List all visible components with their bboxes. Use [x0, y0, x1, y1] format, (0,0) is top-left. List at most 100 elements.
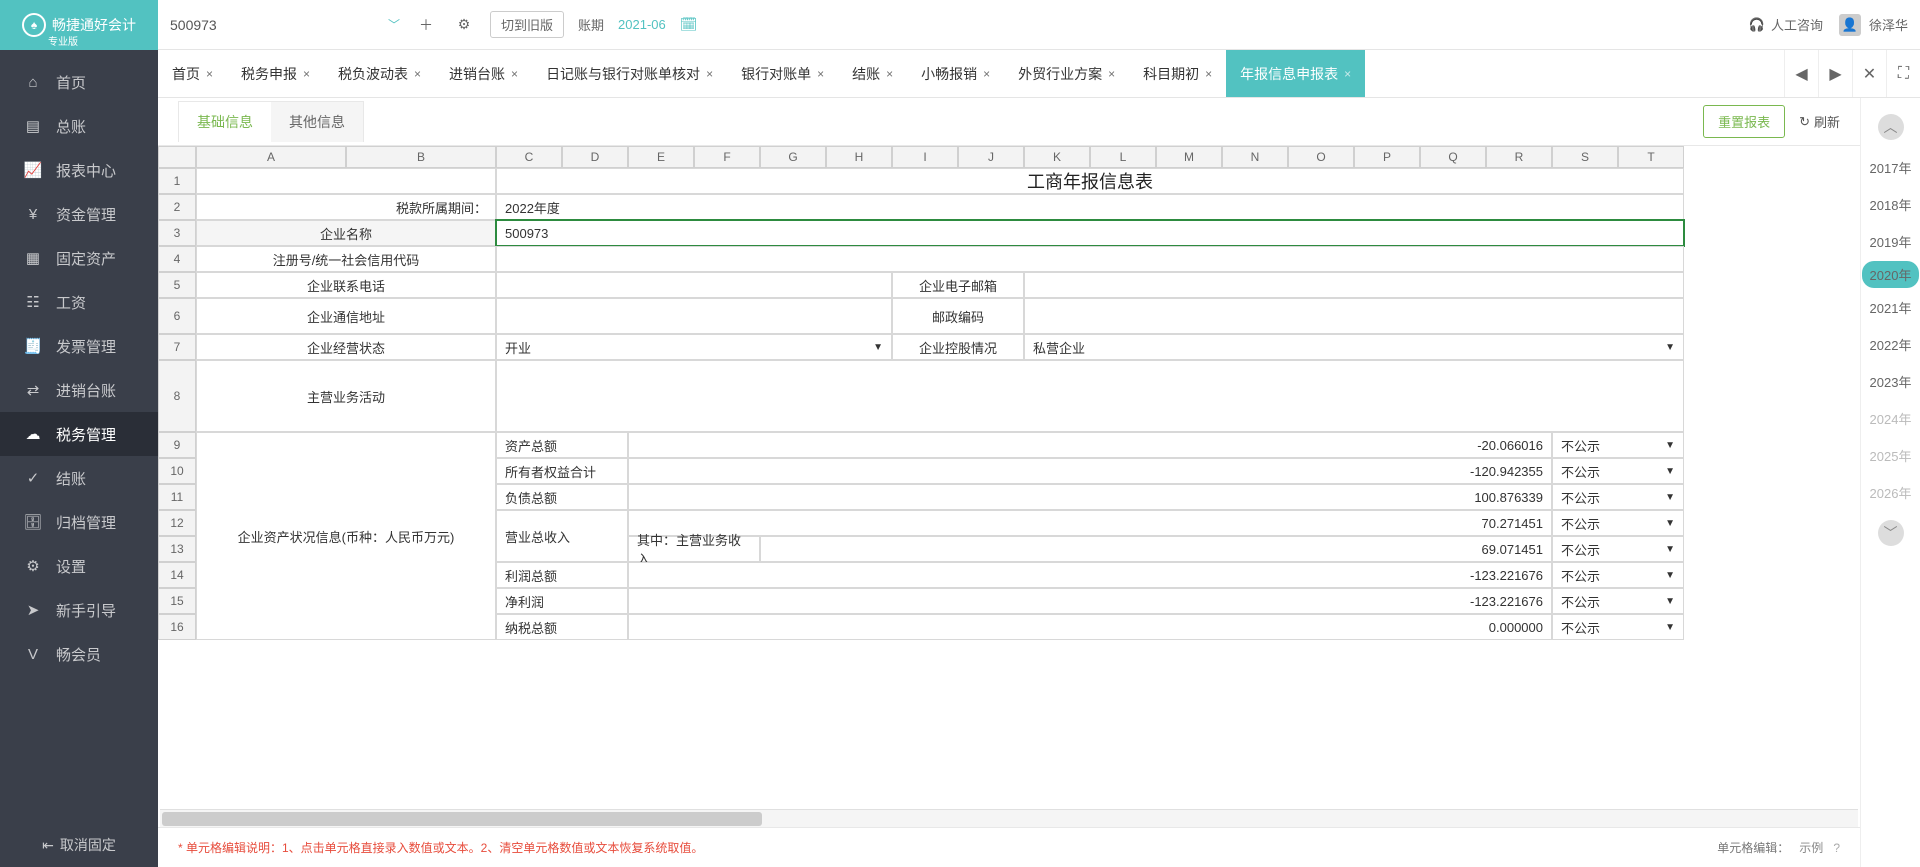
- tab[interactable]: 银行对账单×: [727, 50, 838, 97]
- status-select[interactable]: 开业▼: [496, 334, 892, 360]
- col-header[interactable]: D: [562, 146, 628, 168]
- tab-close-icon[interactable]: ×: [1344, 67, 1351, 81]
- sidebar-item-home[interactable]: ⌂首页: [0, 60, 158, 104]
- value[interactable]: 69.071451: [760, 536, 1552, 562]
- tab[interactable]: 年报信息申报表×: [1226, 50, 1365, 97]
- row-header[interactable]: 9: [158, 432, 196, 458]
- value[interactable]: -123.221676: [628, 588, 1552, 614]
- row-header[interactable]: 1: [158, 168, 196, 194]
- tab-close-icon[interactable]: ×: [1205, 67, 1212, 81]
- sidebar-item-tax[interactable]: ☁税务管理: [0, 412, 158, 456]
- row-header[interactable]: 16: [158, 614, 196, 640]
- cell[interactable]: [196, 168, 496, 194]
- sidebar-item-funds[interactable]: ¥资金管理: [0, 192, 158, 236]
- row-header[interactable]: 7: [158, 334, 196, 360]
- tab-close-icon[interactable]: ×: [817, 67, 824, 81]
- col-header[interactable]: E: [628, 146, 694, 168]
- year-option[interactable]: 2022年: [1870, 327, 1912, 362]
- tab-close-icon[interactable]: ×: [206, 67, 213, 81]
- tab[interactable]: 税务申报×: [227, 50, 324, 97]
- col-header[interactable]: F: [694, 146, 760, 168]
- publish-select[interactable]: 不公示▼: [1552, 510, 1684, 536]
- tab-close-icon[interactable]: ×: [303, 67, 310, 81]
- credit-code-cell[interactable]: [496, 246, 1684, 272]
- col-header[interactable]: J: [958, 146, 1024, 168]
- sidebar-item-ledger[interactable]: ▤总账: [0, 104, 158, 148]
- tab-close-icon[interactable]: ×: [983, 67, 990, 81]
- holding-select[interactable]: 私营企业▼: [1024, 334, 1684, 360]
- row-header[interactable]: 8: [158, 360, 196, 432]
- tab-close-icon[interactable]: ×: [706, 67, 713, 81]
- year-option[interactable]: 2023年: [1870, 364, 1912, 399]
- publish-select[interactable]: 不公示▼: [1552, 432, 1684, 458]
- col-header[interactable]: N: [1222, 146, 1288, 168]
- tab[interactable]: 科目期初×: [1129, 50, 1226, 97]
- year-option[interactable]: 2018年: [1870, 187, 1912, 222]
- value[interactable]: 100.876339: [628, 484, 1552, 510]
- row-header[interactable]: 13: [158, 536, 196, 562]
- subtab[interactable]: 其他信息: [271, 102, 363, 142]
- sidebar-item-settings[interactable]: ⚙设置: [0, 544, 158, 588]
- period-value[interactable]: 2021-06: [618, 17, 666, 32]
- period-value[interactable]: 2022年度: [496, 194, 1684, 220]
- company-name-cell[interactable]: 500973: [496, 220, 1684, 246]
- publish-select[interactable]: 不公示▼: [1552, 458, 1684, 484]
- row-header[interactable]: 14: [158, 562, 196, 588]
- row-header[interactable]: 2: [158, 194, 196, 220]
- subtab[interactable]: 基础信息: [179, 102, 271, 142]
- horizontal-scrollbar[interactable]: [160, 809, 1858, 827]
- year-option[interactable]: 2024年: [1870, 401, 1912, 436]
- tab-prev-button[interactable]: ◀: [1784, 50, 1818, 97]
- sidebar-item-reports[interactable]: 📈报表中心: [0, 148, 158, 192]
- pin-button[interactable]: ⇤ 取消固定: [0, 823, 158, 867]
- year-option[interactable]: 2025年: [1870, 438, 1912, 473]
- col-header[interactable]: L: [1090, 146, 1156, 168]
- refresh-button[interactable]: ↻ 刷新: [1799, 112, 1840, 131]
- main-biz-cell[interactable]: [496, 360, 1684, 432]
- tab-close-icon[interactable]: ×: [511, 67, 518, 81]
- year-down-button[interactable]: ﹀: [1878, 520, 1904, 546]
- consult-button[interactable]: 🎧 人工咨询: [1749, 15, 1823, 34]
- tab-close-icon[interactable]: ×: [1108, 67, 1115, 81]
- fullscreen-button[interactable]: ⛶: [1886, 50, 1920, 97]
- year-option[interactable]: 2017年: [1870, 150, 1912, 185]
- year-option[interactable]: 2026年: [1870, 475, 1912, 510]
- col-header[interactable]: M: [1156, 146, 1222, 168]
- address-cell[interactable]: [496, 298, 892, 334]
- col-header[interactable]: Q: [1420, 146, 1486, 168]
- tab[interactable]: 税负波动表×: [324, 50, 435, 97]
- year-option[interactable]: 2021年: [1870, 290, 1912, 325]
- row-header[interactable]: 4: [158, 246, 196, 272]
- email-cell[interactable]: [1024, 272, 1684, 298]
- col-header[interactable]: R: [1486, 146, 1552, 168]
- value[interactable]: -20.066016: [628, 432, 1552, 458]
- value[interactable]: -123.221676: [628, 562, 1552, 588]
- col-header[interactable]: H: [826, 146, 892, 168]
- phone-cell[interactable]: [496, 272, 892, 298]
- sidebar-item-guide[interactable]: ➤新手引导: [0, 588, 158, 632]
- col-header[interactable]: B: [346, 146, 496, 168]
- col-header[interactable]: I: [892, 146, 958, 168]
- regenerate-button[interactable]: 重置报表: [1703, 105, 1785, 138]
- tab-close-icon[interactable]: ×: [886, 67, 893, 81]
- value[interactable]: 0.000000: [628, 614, 1552, 640]
- tab-close-icon[interactable]: ×: [414, 67, 421, 81]
- tab[interactable]: 结账×: [838, 50, 907, 97]
- col-header[interactable]: S: [1552, 146, 1618, 168]
- col-header[interactable]: A: [196, 146, 346, 168]
- value[interactable]: -120.942355: [628, 458, 1552, 484]
- sidebar-item-vip[interactable]: V畅会员: [0, 632, 158, 676]
- tab[interactable]: 日记账与银行对账单核对×: [532, 50, 727, 97]
- zip-cell[interactable]: [1024, 298, 1684, 334]
- row-header[interactable]: 11: [158, 484, 196, 510]
- add-button[interactable]: ＋: [414, 13, 438, 37]
- tab-close-all-button[interactable]: ✕: [1852, 50, 1886, 97]
- publish-select[interactable]: 不公示▼: [1552, 562, 1684, 588]
- row-header[interactable]: 6: [158, 298, 196, 334]
- tab[interactable]: 外贸行业方案×: [1004, 50, 1129, 97]
- example-link[interactable]: 示例: [1799, 839, 1823, 856]
- col-header[interactable]: T: [1618, 146, 1684, 168]
- help-icon[interactable]: ?: [1833, 841, 1840, 855]
- col-header[interactable]: G: [760, 146, 826, 168]
- col-header[interactable]: P: [1354, 146, 1420, 168]
